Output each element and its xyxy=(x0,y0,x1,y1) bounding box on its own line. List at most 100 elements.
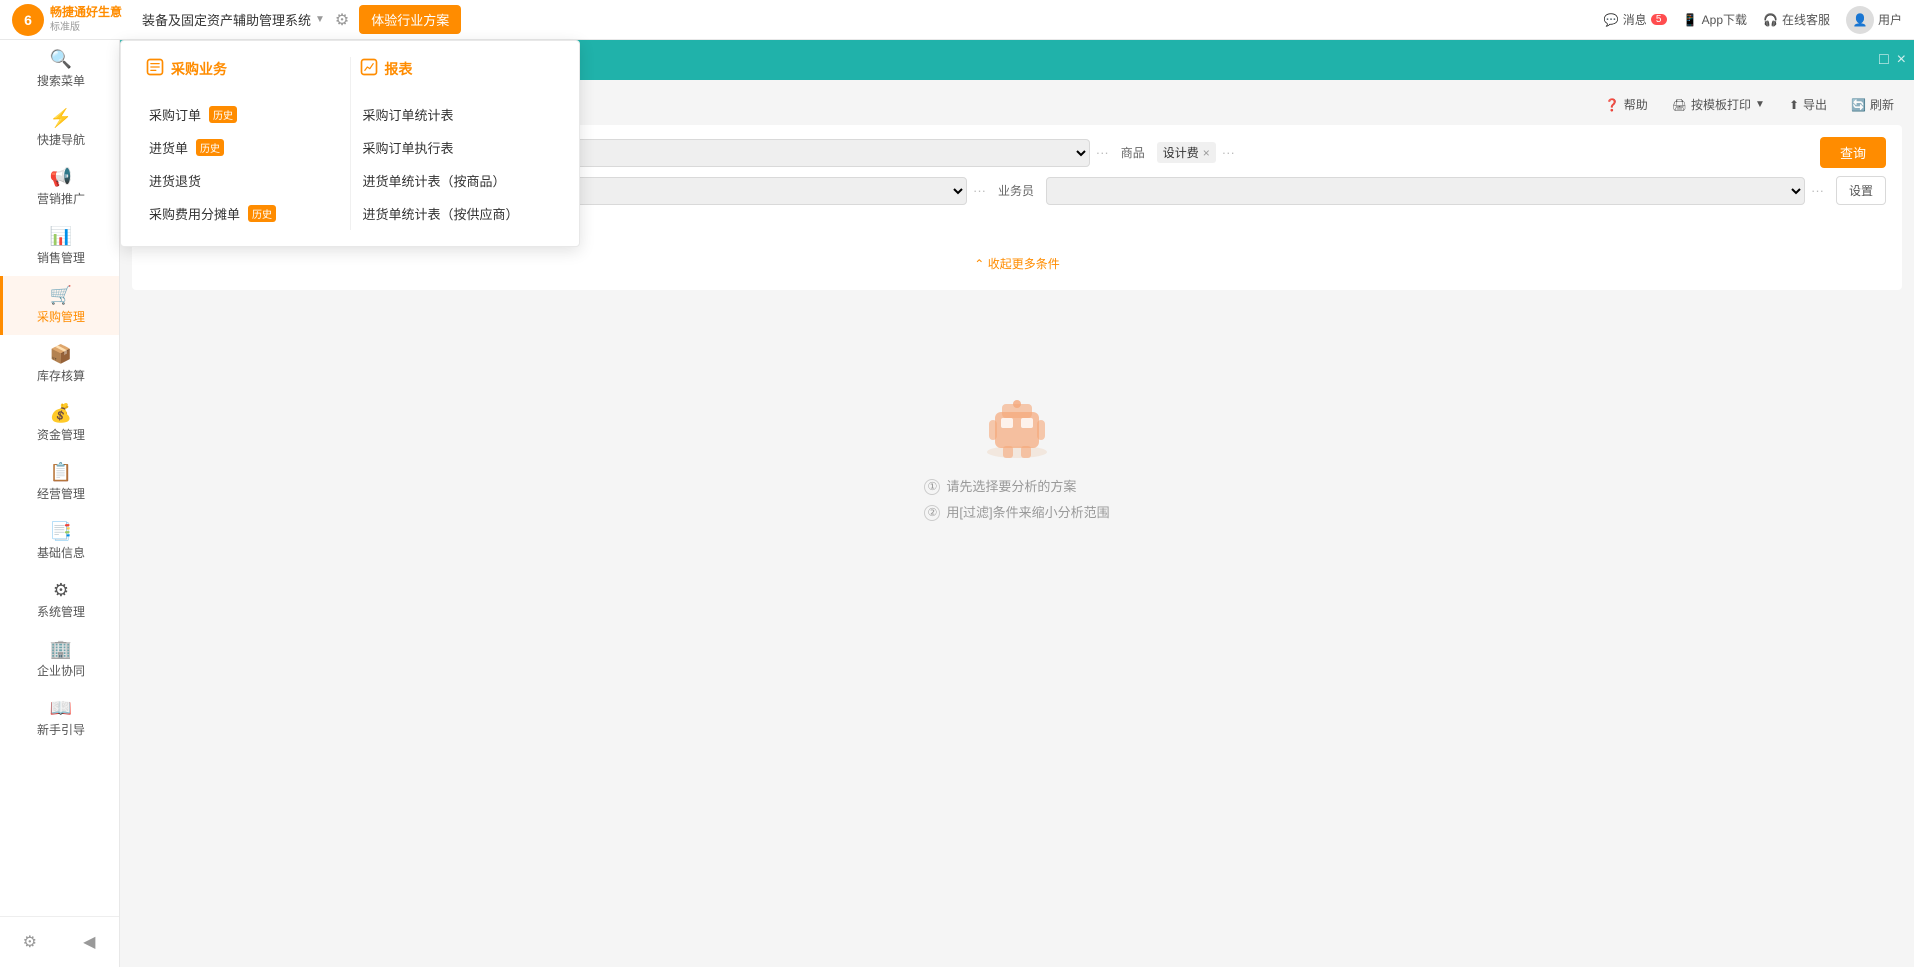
sidebar-item-system[interactable]: ⚙ 系统管理 xyxy=(0,571,119,630)
sidebar-item-marketing[interactable]: 📢 营销推广 xyxy=(0,158,119,217)
empty-illustration xyxy=(967,382,1067,462)
main-layout: 🔍 搜索菜单 ⚡ 快捷导航 📢 营销推广 📊 销售管理 🛒 采购管理 📦 库存核… xyxy=(0,40,1914,967)
tab-restore-icon[interactable]: □ xyxy=(1879,51,1889,69)
print-btn[interactable]: 🖨 按模板打印 ▼ xyxy=(1664,92,1773,117)
system-icon: ⚙ xyxy=(53,581,69,599)
tip-text-1: 请先选择要分析的方案 xyxy=(946,474,1076,500)
sidebar-label-search: 搜索菜单 xyxy=(37,72,85,89)
col1-icon xyxy=(145,57,165,80)
rank-dots[interactable]: ··· xyxy=(973,183,986,198)
print-label: 按模板打印 xyxy=(1691,96,1751,113)
sidebar-label-marketing: 营销推广 xyxy=(37,190,85,207)
dropdown-item-receipt-by-goods[interactable]: 进货单统计表（按商品） xyxy=(359,164,556,197)
sidebar-item-enterprise[interactable]: 🏢 企业协同 xyxy=(0,630,119,689)
dropdown-item-purchase-expense[interactable]: 采购费用分摊单 历史 xyxy=(145,197,342,230)
sidebar-item-purchase[interactable]: 🛒 采购管理 xyxy=(0,276,119,335)
user-btn[interactable]: 👤 用户 xyxy=(1846,6,1902,34)
tip-num-1: ① xyxy=(924,479,940,495)
sidebar-label-purchase: 采购管理 xyxy=(37,308,85,325)
dropdown-item-goods-return[interactable]: 进货退货 xyxy=(145,164,342,197)
item-label: 进货单统计表（按供应商） xyxy=(363,204,519,223)
online-service-btn[interactable]: 🎧 在线客服 xyxy=(1763,11,1830,28)
tip-text-2: 用[过滤]条件来缩小分析范围 xyxy=(946,500,1109,526)
avatar: 👤 xyxy=(1846,6,1874,34)
collapse-up-icon: ⌃ xyxy=(974,257,987,271)
marketing-icon: 📢 xyxy=(50,168,72,186)
headset-icon: 🎧 xyxy=(1763,13,1778,27)
finance-icon: 💰 xyxy=(50,404,72,422)
salesperson-label: 业务员 xyxy=(998,182,1034,199)
messages-btn[interactable]: 💬 消息 5 xyxy=(1604,11,1667,28)
item-label: 采购订单统计表 xyxy=(363,105,454,124)
sales-icon: 📊 xyxy=(50,227,72,245)
item-label: 采购订单 xyxy=(149,105,201,124)
query-button[interactable]: 查询 xyxy=(1820,137,1886,168)
sidebar: 🔍 搜索菜单 ⚡ 快捷导航 📢 营销推广 📊 销售管理 🛒 采购管理 📦 库存核… xyxy=(0,40,120,967)
col2-title-text: 报表 xyxy=(385,59,413,79)
system-name-dropdown[interactable]: 装备及固定资产辅助管理系统 ▼ xyxy=(142,10,325,29)
messages-label: 消息 xyxy=(1623,11,1647,28)
salesperson-select[interactable] xyxy=(1046,177,1805,205)
sidebar-item-basicinfo[interactable]: 📑 基础信息 xyxy=(0,512,119,571)
dropdown-col2-title: 报表 xyxy=(359,57,556,86)
item-label: 进货单统计表（按商品） xyxy=(363,171,506,190)
basicinfo-icon: 📑 xyxy=(50,522,72,540)
help-btn[interactable]: ❓ 帮助 xyxy=(1597,92,1656,117)
sidebar-collapse-btn[interactable]: ◀ xyxy=(71,927,107,957)
dropdown-item-po-exec[interactable]: 采购订单执行表 xyxy=(359,131,556,164)
sidebar-bottom: ⚙ ◀ xyxy=(0,916,119,967)
dropdown-item-receipt-by-supplier[interactable]: 进货单统计表（按供应商） xyxy=(359,197,556,230)
dropdown-col-purchase: 采购业务 采购订单 历史 进货单 历史 进货退货 采购费用分摊单 历史 xyxy=(137,57,350,230)
sidebar-item-sales[interactable]: 📊 销售管理 xyxy=(0,217,119,276)
sidebar-item-inventory[interactable]: 📦 库存核算 xyxy=(0,335,119,394)
toolbar-right: ❓ 帮助 🖨 按模板打印 ▼ ⬆ 导出 🔄 刷新 xyxy=(1597,92,1902,117)
dropdown-item-po-stats[interactable]: 采购订单统计表 xyxy=(359,98,556,131)
sidebar-settings-btn[interactable]: ⚙ xyxy=(12,927,48,957)
sidebar-item-operations[interactable]: 📋 经营管理 xyxy=(0,453,119,512)
history-badge-0: 历史 xyxy=(209,106,237,123)
empty-svg xyxy=(967,382,1067,462)
refresh-btn[interactable]: 🔄 刷新 xyxy=(1843,92,1902,117)
dropdown-col1-title: 采购业务 xyxy=(145,57,342,86)
sidebar-label-quicknav: 快捷导航 xyxy=(37,131,85,148)
dropdown-item-purchase-order[interactable]: 采购订单 历史 xyxy=(145,98,342,131)
search-icon: 🔍 xyxy=(50,50,72,68)
refresh-icon: 🔄 xyxy=(1851,98,1866,112)
goods-tag: 设计费 × xyxy=(1157,142,1216,163)
print-chevron: ▼ xyxy=(1755,99,1765,110)
sidebar-label-beginner: 新手引导 xyxy=(37,721,85,738)
sidebar-label-system: 系统管理 xyxy=(37,603,85,620)
sidebar-item-search[interactable]: 🔍 搜索菜单 xyxy=(0,40,119,99)
inventory-icon: 📦 xyxy=(50,345,72,363)
tab-closeall-icon[interactable]: × xyxy=(1897,51,1906,69)
col2-icon xyxy=(359,57,379,80)
trial-button[interactable]: 体验行业方案 xyxy=(359,5,461,34)
quicknav-icon: ⚡ xyxy=(50,109,72,127)
sidebar-item-finance[interactable]: 💰 资金管理 xyxy=(0,394,119,453)
collapse-filters-btn[interactable]: ⌃ 收起更多条件 xyxy=(148,249,1886,278)
doc-status-dots[interactable]: ··· xyxy=(1096,145,1109,160)
dropdown-item-goods-receipt[interactable]: 进货单 历史 xyxy=(145,131,342,164)
gear-icon[interactable]: ⚙ xyxy=(335,10,349,30)
app-download-btn[interactable]: 📱 App下载 xyxy=(1683,11,1747,28)
export-btn[interactable]: ⬆ 导出 xyxy=(1781,92,1835,117)
print-icon: 🖨 xyxy=(1672,98,1687,112)
tab-bar-end: □ × xyxy=(1879,51,1914,69)
header-actions: 💬 消息 5 📱 App下载 🎧 在线客服 👤 用户 xyxy=(1604,6,1902,34)
item-label: 进货单 xyxy=(149,138,188,157)
edition-label: 标准版 xyxy=(50,21,122,34)
sidebar-label-inventory: 库存核算 xyxy=(37,367,85,384)
setting-button[interactable]: 设置 xyxy=(1836,176,1886,205)
salesperson-dots[interactable]: ··· xyxy=(1811,183,1824,198)
goods-dots[interactable]: ··· xyxy=(1222,145,1235,160)
app-download-label: App下载 xyxy=(1702,11,1747,28)
sidebar-item-beginner[interactable]: 📖 新手引导 xyxy=(0,689,119,748)
top-header: 6 畅捷通好生意 标准版 装备及固定资产辅助管理系统 ▼ ⚙ 体验行业方案 💬 … xyxy=(0,0,1914,40)
col1-title-text: 采购业务 xyxy=(171,59,227,79)
logo-text: 畅捷通好生意 标准版 xyxy=(50,5,122,34)
sidebar-item-quicknav[interactable]: ⚡ 快捷导航 xyxy=(0,99,119,158)
refresh-label: 刷新 xyxy=(1870,96,1894,113)
beginner-icon: 📖 xyxy=(50,699,72,717)
messages-badge: 5 xyxy=(1651,14,1667,25)
goods-tag-remove[interactable]: × xyxy=(1203,146,1210,160)
